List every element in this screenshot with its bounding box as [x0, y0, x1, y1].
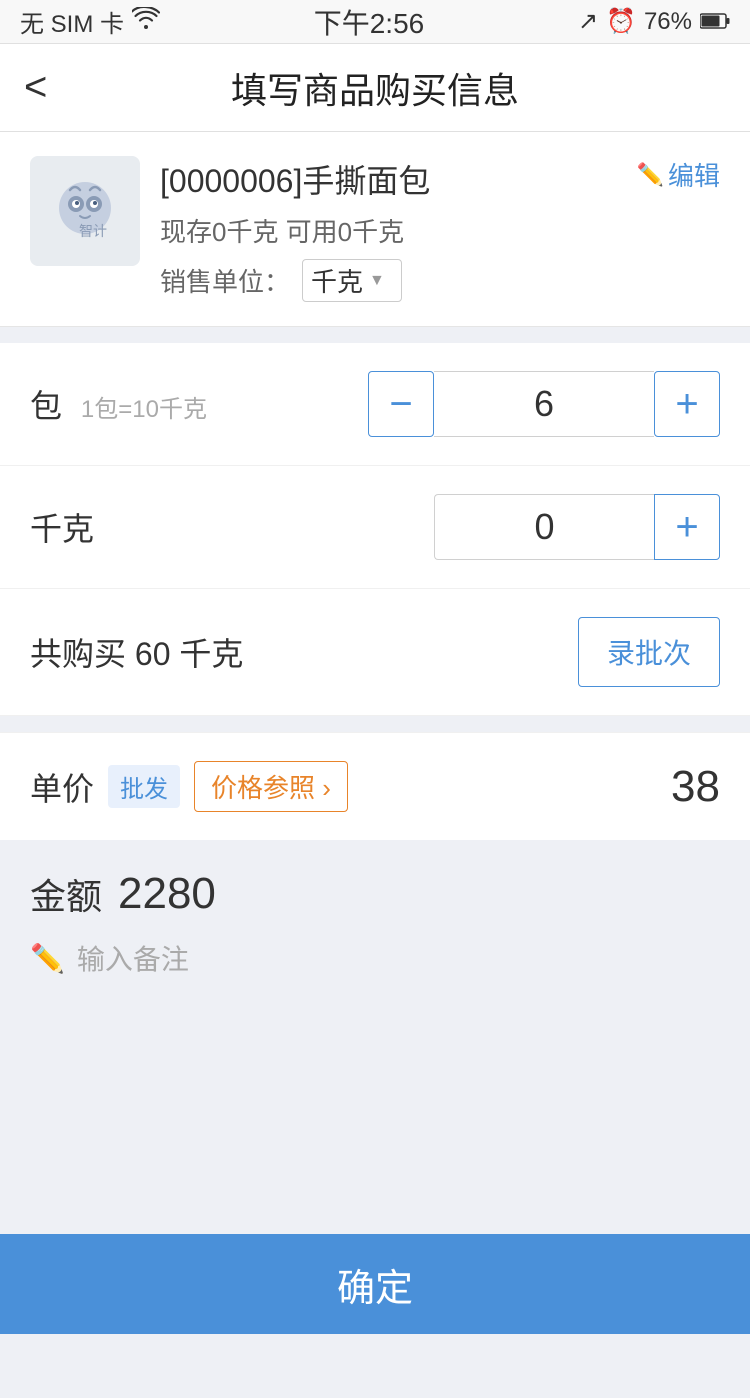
pencil-icon: ✏️: [30, 942, 65, 975]
amount-value: 2280: [118, 869, 216, 919]
status-left: 无 SIM 卡: [20, 4, 160, 39]
amount-section: 金额 2280 ✏️ 输入备注: [0, 840, 750, 998]
edit-icon: ✏️: [637, 162, 664, 188]
edit-button[interactable]: ✏️ 编辑: [637, 156, 720, 193]
wifi-icon: [132, 7, 160, 36]
package-increment-button[interactable]: +: [654, 371, 720, 437]
price-ref-button[interactable]: 价格参照 ›: [194, 761, 348, 812]
product-image: 智计: [30, 156, 140, 266]
status-right: ↗ ⏰ 76%: [578, 7, 730, 36]
price-value: 38: [671, 762, 720, 812]
product-card: 智计 [0000006]手撕面包 ✏️ 编辑 现存0千克 可用0千克 销售单位：…: [0, 132, 750, 327]
kilogram-qty-input[interactable]: [434, 494, 654, 560]
product-logo-icon: 智计: [50, 170, 120, 252]
confirm-label: 确定: [337, 1257, 413, 1312]
package-label: 包 1包=10千克: [30, 381, 368, 427]
edit-label: 编辑: [668, 156, 720, 193]
alarm-icon: ⏰: [606, 7, 636, 36]
amount-row: 金额 2280: [30, 868, 720, 920]
price-section: 单价 批发 价格参照 › 38: [0, 732, 750, 840]
kilogram-quantity-row: 千克 +: [0, 466, 750, 589]
back-button[interactable]: <: [24, 65, 47, 110]
package-quantity-row: 包 1包=10千克 − +: [0, 343, 750, 466]
price-tag: 批发: [108, 765, 180, 808]
battery-icon: [700, 8, 730, 36]
price-label: 单价: [30, 764, 94, 810]
divider-2: [0, 716, 750, 732]
price-row: 单价 批发 价格参照 › 38: [30, 761, 720, 812]
batch-button[interactable]: 录批次: [578, 617, 720, 687]
kilogram-qty-control: +: [434, 494, 720, 560]
confirm-button[interactable]: 确定: [0, 1234, 750, 1334]
divider-1: [0, 327, 750, 343]
amount-label: 金额: [30, 868, 102, 920]
status-bar: 无 SIM 卡 下午2:56 ↗ ⏰ 76%: [0, 0, 750, 44]
location-icon: ↗: [578, 7, 598, 36]
unit-select[interactable]: 千克: [302, 259, 402, 302]
kilogram-label: 千克: [30, 504, 434, 550]
unit-label: 销售单位：: [160, 262, 290, 299]
kilogram-increment-button[interactable]: +: [654, 494, 720, 560]
product-info: [0000006]手撕面包 ✏️ 编辑 现存0千克 可用0千克 销售单位： 千克: [160, 156, 720, 302]
svg-text:智计: 智计: [79, 223, 107, 239]
product-name: [0000006]手撕面包: [160, 156, 430, 202]
page-title: 填写商品购买信息: [231, 62, 519, 114]
sim-status: 无 SIM 卡: [20, 4, 124, 39]
product-unit-row: 销售单位： 千克: [160, 259, 720, 302]
battery-text: 76%: [644, 8, 692, 36]
remark-row[interactable]: ✏️ 输入备注: [30, 938, 720, 978]
remark-placeholder: 输入备注: [77, 938, 189, 978]
package-qty-control: − +: [368, 371, 720, 437]
package-section: 包 1包=10千克 − + 千克 + 共购买 60 千克 录批次: [0, 343, 750, 716]
package-hint: 1包=10千克: [81, 396, 207, 423]
content-area: [0, 998, 750, 1398]
summary-text: 共购买 60 千克: [30, 629, 578, 675]
product-stock: 现存0千克 可用0千克: [160, 212, 720, 249]
status-time: 下午2:56: [314, 2, 425, 42]
summary-row: 共购买 60 千克 录批次: [0, 589, 750, 716]
nav-bar: < 填写商品购买信息: [0, 44, 750, 132]
package-qty-input[interactable]: [434, 371, 654, 437]
package-decrement-button[interactable]: −: [368, 371, 434, 437]
